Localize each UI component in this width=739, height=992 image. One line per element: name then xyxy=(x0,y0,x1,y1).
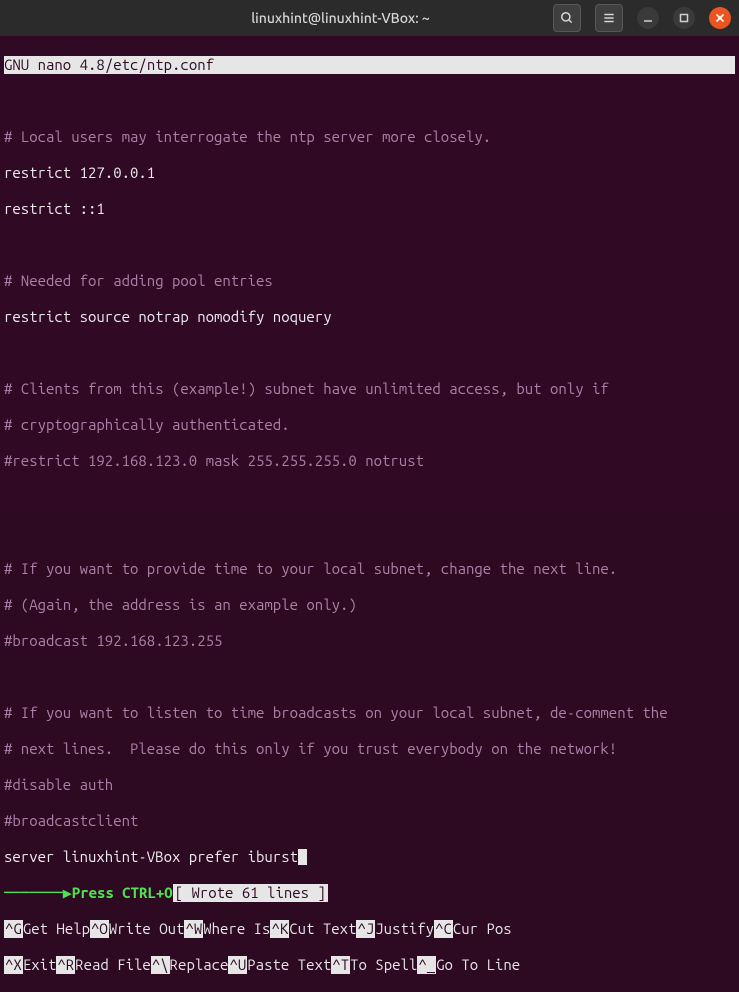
shortcut-label: Cut Text xyxy=(289,920,356,938)
shortcut-key: ^_ xyxy=(417,956,436,974)
shortcut-key: ^U xyxy=(228,956,247,974)
file-line: #broadcast 192.168.123.255 xyxy=(4,632,222,649)
shortcut-label: Go To Line xyxy=(436,956,520,974)
file-line: server linuxhint-VBox prefer iburst xyxy=(4,848,298,865)
file-line: # Local users may interrogate the ntp se… xyxy=(4,128,491,145)
shortcut-label: Read File xyxy=(75,956,151,974)
shortcut-key: ^G xyxy=(4,920,23,938)
file-line: #restrict 192.168.123.0 mask 255.255.255… xyxy=(4,452,424,469)
close-button[interactable] xyxy=(709,7,731,29)
nano-app-name: GNU nano 4.8 xyxy=(4,56,105,74)
shortcut-label: Justify xyxy=(375,920,434,938)
shortcut-row: ^G Get Help ^O Write Out ^W Where Is ^K … xyxy=(4,920,735,938)
shortcut-key: ^J xyxy=(356,920,375,938)
file-line: # Clients from this (example!) subnet ha… xyxy=(4,380,609,397)
shortcut-key: ^O xyxy=(90,920,109,938)
file-line: # If you want to listen to time broadcas… xyxy=(4,704,668,721)
terminal-area[interactable]: GNU nano 4.8 /etc/ntp.conf # Local users… xyxy=(0,36,739,513)
file-line: # next lines. Please do this only if you… xyxy=(4,740,617,757)
shortcut-label: Replace xyxy=(170,956,229,974)
shortcut-label: Where Is xyxy=(203,920,270,938)
shortcut-key: ^W xyxy=(184,920,203,938)
shortcut-label: Write Out xyxy=(109,920,185,938)
file-line: # Needed for adding pool entries xyxy=(4,272,273,289)
status-message: [ Wrote 61 lines ] xyxy=(173,884,328,902)
file-line: restrict source notrap nomodify noquery xyxy=(4,308,332,325)
file-line: restrict ::1 xyxy=(4,200,105,217)
arrow-icon: ───────▶ xyxy=(4,884,72,902)
hint-text: Press CTRL+O xyxy=(72,884,173,902)
file-line: #disable auth xyxy=(4,776,113,793)
window-title: linuxhint@linuxhint-VBox: ~ xyxy=(136,10,545,26)
shortcut-key: ^K xyxy=(270,920,289,938)
shortcut-label: Get Help xyxy=(23,920,90,938)
shortcut-key: ^R xyxy=(56,956,75,974)
maximize-button[interactable] xyxy=(673,7,695,29)
file-line: # cryptographically authenticated. xyxy=(4,416,290,433)
shortcut-key: ^\ xyxy=(151,956,170,974)
shortcut-label: To Spell xyxy=(350,956,417,974)
file-line: # If you want to provide time to your lo… xyxy=(4,560,617,577)
minimize-button[interactable] xyxy=(637,7,659,29)
shortcut-label: Exit xyxy=(23,956,57,974)
shortcut-key: ^X xyxy=(4,956,23,974)
shortcut-key: ^C xyxy=(434,920,453,938)
titlebar: linuxhint@linuxhint-VBox: ~ xyxy=(0,0,739,36)
shortcut-label: Paste Text xyxy=(247,956,331,974)
menu-button[interactable] xyxy=(595,4,623,32)
nano-filename: /etc/ntp.conf xyxy=(105,56,214,74)
cursor xyxy=(298,849,307,865)
file-line: #broadcastclient xyxy=(4,812,138,829)
shortcut-row: ^X Exit ^R Read File ^\ Replace ^U Paste… xyxy=(4,956,735,974)
shortcut-key: ^T xyxy=(331,956,350,974)
nano-header: GNU nano 4.8 /etc/ntp.conf xyxy=(4,56,735,74)
file-line: restrict 127.0.0.1 xyxy=(4,164,155,181)
shortcut-label: Cur Pos xyxy=(453,920,512,938)
search-button[interactable] xyxy=(553,4,581,32)
file-line: # (Again, the address is an example only… xyxy=(4,596,357,613)
